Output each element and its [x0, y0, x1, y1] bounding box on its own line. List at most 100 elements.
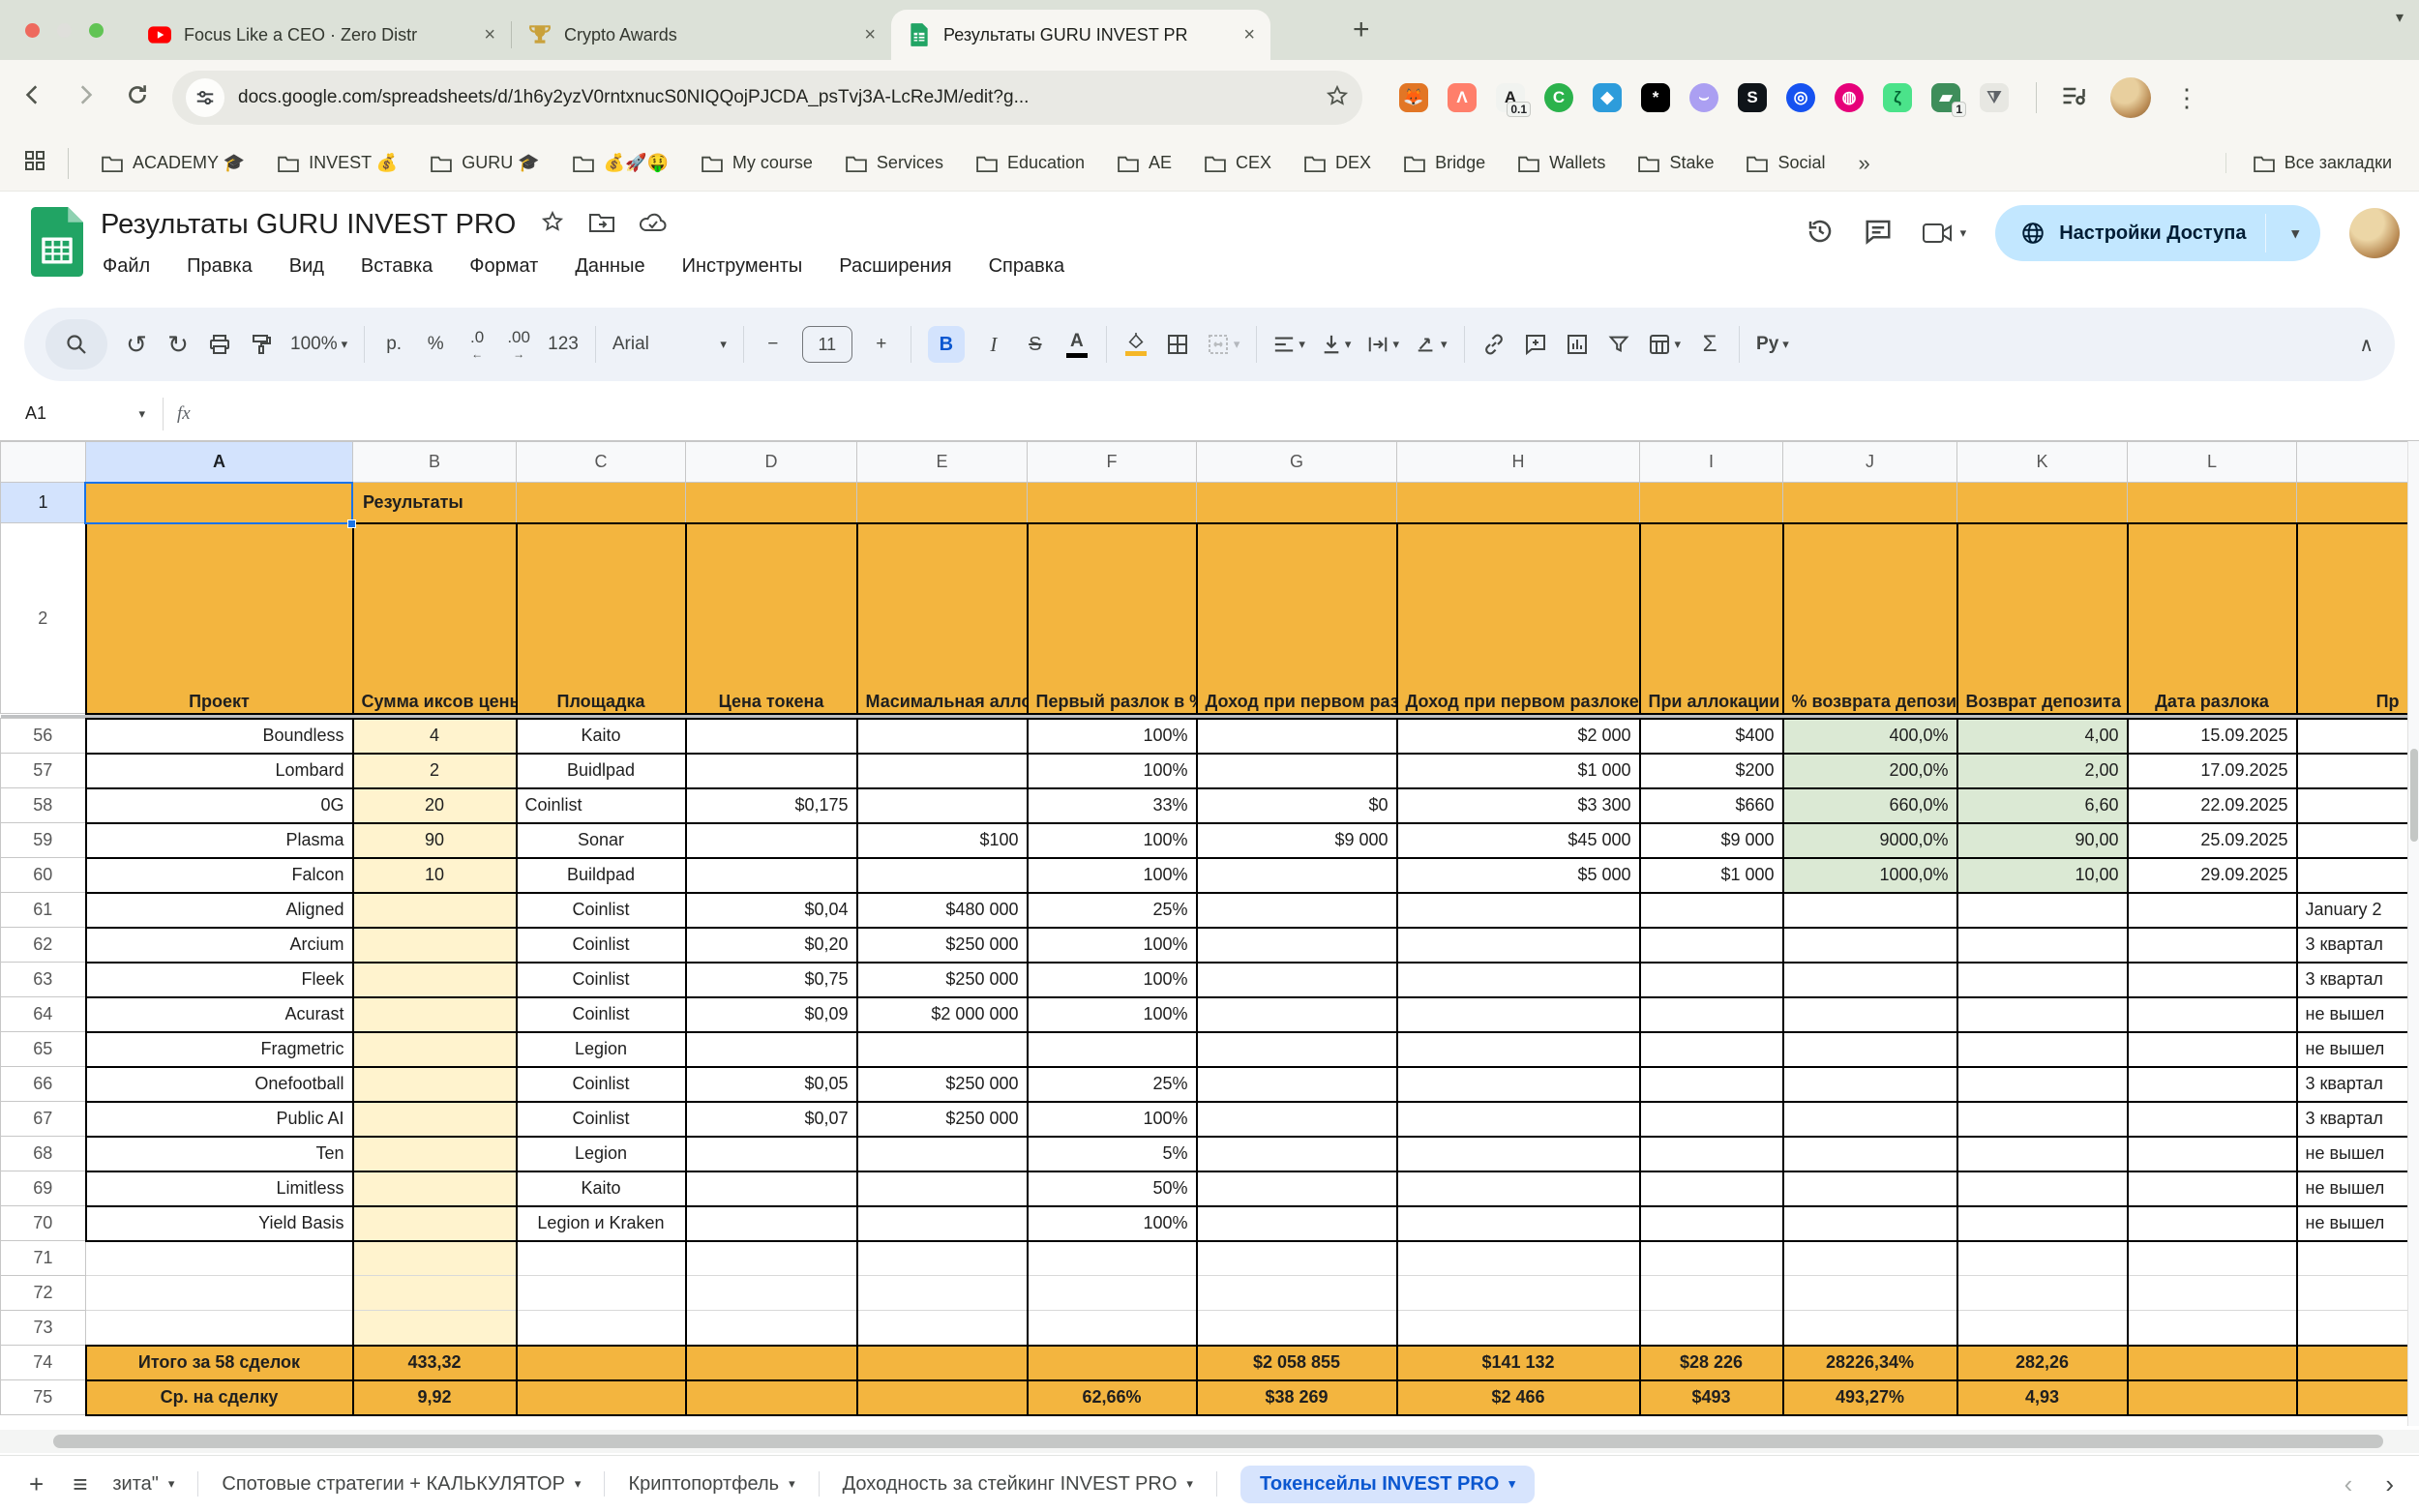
menu-инструменты[interactable]: Инструменты [682, 255, 803, 278]
cell-c64[interactable]: Coinlist [515, 995, 687, 1033]
cell-l71[interactable] [2126, 1240, 2298, 1276]
menu-расширения[interactable]: Расширения [839, 255, 951, 278]
row-header-60[interactable]: 60 [0, 857, 86, 893]
cell-j69[interactable] [1781, 1170, 1958, 1207]
cell-r1-c7[interactable] [1396, 482, 1640, 524]
share-dropdown-icon[interactable]: ▾ [2280, 224, 2311, 242]
cell-m67[interactable]: 3 квартал [2295, 1100, 2409, 1138]
cell-c60[interactable]: Buildpad [515, 856, 687, 894]
cell-k64[interactable] [1956, 995, 2129, 1033]
snowflake-extension-icon[interactable]: * [1641, 83, 1670, 112]
cell-m69[interactable]: не вышел [2295, 1170, 2409, 1207]
cell-i73[interactable] [1638, 1310, 1784, 1346]
side-panel-icon[interactable] [2060, 82, 2087, 114]
bold-button[interactable]: B [927, 326, 965, 363]
cell-r1-c2[interactable] [516, 482, 686, 524]
cell-i68[interactable] [1638, 1135, 1784, 1172]
horizontal-align-button[interactable]: ▾ [1273, 325, 1305, 364]
column-header-m[interactable] [2296, 441, 2408, 483]
cell-a68[interactable]: Ten [84, 1135, 354, 1172]
cell-j68[interactable] [1781, 1135, 1958, 1172]
cell-g57[interactable] [1195, 752, 1398, 789]
cell-g74[interactable]: $2 058 855 [1195, 1344, 1398, 1381]
row-header-59[interactable]: 59 [0, 822, 86, 858]
cell-r1-c0[interactable] [85, 482, 353, 524]
strikethrough-button[interactable]: S [1023, 325, 1048, 364]
cell-j73[interactable] [1781, 1310, 1958, 1346]
column-header-K[interactable]: K [1956, 441, 2128, 483]
increase-font-size-button[interactable]: + [869, 325, 894, 364]
cell-b73[interactable] [351, 1310, 518, 1346]
cell-r1-c3[interactable] [685, 482, 857, 524]
share-button[interactable]: Настройки Доступа ▾ [1995, 205, 2320, 261]
column-header-G[interactable]: G [1196, 441, 1397, 483]
header-cell-11[interactable]: Дата разлока [2126, 521, 2298, 715]
cell-i67[interactable] [1638, 1100, 1784, 1138]
cell-j65[interactable] [1781, 1030, 1958, 1068]
cell-c72[interactable] [515, 1275, 687, 1311]
cell-k62[interactable] [1956, 926, 2129, 964]
cell-d63[interactable]: $0,75 [684, 961, 858, 998]
cell-h70[interactable] [1395, 1204, 1641, 1242]
cell-h63[interactable] [1395, 961, 1641, 998]
cell-d65[interactable] [684, 1030, 858, 1068]
cell-j62[interactable] [1781, 926, 1958, 964]
cell-k59[interactable]: 90,00 [1956, 821, 2129, 859]
row-header-61[interactable]: 61 [0, 892, 86, 928]
cell-d69[interactable] [684, 1170, 858, 1207]
sheet-tab-2[interactable]: Спотовые стратегии + КАЛЬКУЛЯТОР ▾ [198, 1456, 604, 1512]
metamask-extension-icon[interactable]: 🦊 [1399, 83, 1428, 112]
cell-h56[interactable]: $2 000 [1395, 717, 1641, 755]
cell-f73[interactable] [1026, 1310, 1198, 1346]
cell-d61[interactable]: $0,04 [684, 891, 858, 929]
cell-l70[interactable] [2126, 1204, 2298, 1242]
browser-tab-2[interactable]: Crypto Awards × [512, 10, 891, 60]
cell-j57[interactable]: 200,0% [1781, 752, 1958, 789]
cell-c70[interactable]: Legion и Kraken [515, 1204, 687, 1242]
column-header-E[interactable]: E [856, 441, 1028, 483]
row-header-75[interactable]: 75 [0, 1379, 86, 1415]
cell-b70[interactable] [351, 1204, 518, 1242]
bookmark-star-icon[interactable] [1326, 84, 1349, 112]
cell-k75[interactable]: 4,93 [1956, 1379, 2129, 1416]
cell-a59[interactable]: Plasma [84, 821, 354, 859]
zoom-window-button[interactable] [89, 23, 104, 38]
cell-i62[interactable] [1638, 926, 1784, 964]
cell-d71[interactable] [684, 1240, 858, 1276]
sheet-tab-4[interactable]: Доходность за стейкинг INVEST PRO ▾ [820, 1456, 1216, 1512]
cell-f67[interactable]: 100% [1026, 1100, 1198, 1138]
cell-b61[interactable] [351, 891, 518, 929]
cell-d66[interactable]: $0,05 [684, 1065, 858, 1103]
cell-c58[interactable]: Coinlist [515, 786, 687, 824]
header-cell-1[interactable]: Сумма иксов цены при первом разлоке [351, 521, 518, 715]
insert-link-icon[interactable] [1481, 325, 1507, 364]
cell-m60[interactable] [2295, 856, 2409, 894]
cell-j61[interactable] [1781, 891, 1958, 929]
insert-chart-icon[interactable] [1565, 325, 1590, 364]
cell-b60[interactable]: 10 [351, 856, 518, 894]
header-cell-10[interactable]: Возврат депозита при первом разлоке в ик… [1956, 521, 2129, 715]
tab-search-chevron-icon[interactable]: ▾ [2396, 8, 2404, 27]
cell-b69[interactable] [351, 1170, 518, 1207]
cell-h69[interactable] [1395, 1170, 1641, 1207]
cell-d62[interactable]: $0,20 [684, 926, 858, 964]
cell-e59[interactable]: $100 [855, 821, 1029, 859]
cell-c65[interactable]: Legion [515, 1030, 687, 1068]
italic-button[interactable]: I [981, 325, 1006, 364]
sheet-tab-3[interactable]: Криптопортфель ▾ [605, 1456, 818, 1512]
cell-c57[interactable]: Buidlpad [515, 752, 687, 789]
cell-c68[interactable]: Legion [515, 1135, 687, 1172]
site-settings-icon[interactable] [186, 78, 224, 117]
cell-l75[interactable] [2126, 1379, 2298, 1416]
cell-m66[interactable]: 3 квартал [2295, 1065, 2409, 1103]
document-title[interactable]: Результаты GURU INVEST PRO [101, 209, 516, 241]
cell-h74[interactable]: $141 132 [1395, 1344, 1641, 1381]
cell-i72[interactable] [1638, 1275, 1784, 1311]
sheet-tab-1[interactable]: зита" ▾ [112, 1456, 197, 1512]
cell-d57[interactable] [684, 752, 858, 789]
cell-a71[interactable] [85, 1240, 353, 1276]
print-icon[interactable] [207, 325, 232, 364]
cell-l63[interactable] [2126, 961, 2298, 998]
cell-i66[interactable] [1638, 1065, 1784, 1103]
bookmark-folder-14[interactable]: Social [1747, 153, 1826, 173]
